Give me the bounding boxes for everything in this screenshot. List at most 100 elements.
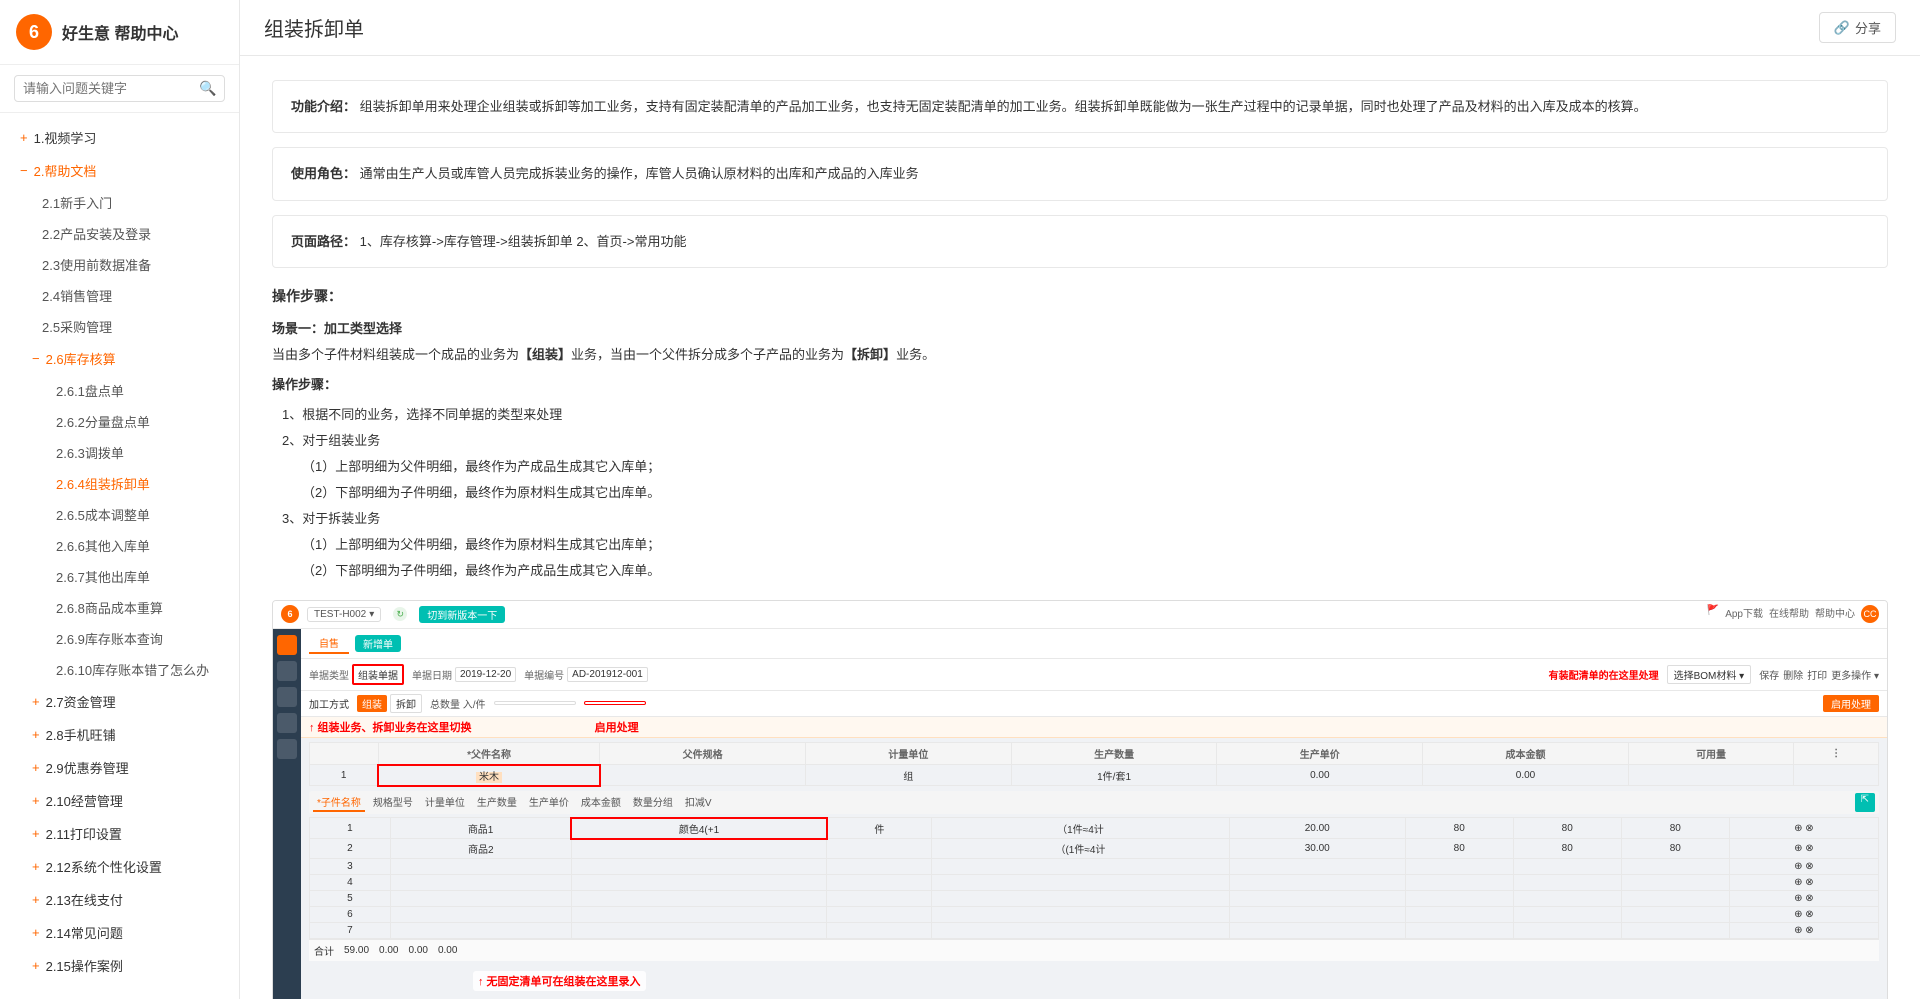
sub-tab-group[interactable]: 数量分组	[629, 793, 677, 812]
sidebar-item-2-5[interactable]: 2.5采购管理	[0, 311, 239, 342]
sub-type-label: 加工方式	[309, 696, 349, 711]
search-input-wrap[interactable]: 🔍	[14, 75, 225, 102]
td-price4: 30.00	[1229, 839, 1405, 859]
sub-qty-value	[494, 701, 576, 705]
step3: 3、对于拆装业务	[282, 506, 1888, 532]
sidebar-item-2-7[interactable]: + 2.7资金管理	[0, 685, 239, 718]
td-op2: ⊕ ⊗	[1729, 818, 1878, 839]
td-price: 0.00	[1217, 765, 1423, 786]
sim-avatar: CC	[1861, 605, 1879, 623]
sub-qty: 总数量 入/件	[430, 696, 486, 711]
sidebar-item-2-13[interactable]: + 2.13在线支付	[0, 883, 239, 916]
search-input[interactable]	[23, 81, 199, 96]
sidebar-item-2-15[interactable]: + 2.15操作案例	[0, 949, 239, 982]
step2-sub2: （2）下部明细为子件明细，最终作为原材料生成其它出库单。	[302, 480, 1888, 506]
sidebar-item-2-12[interactable]: + 2.12系统个性化设置	[0, 850, 239, 883]
sidebar-item-video[interactable]: + 1.视频学习	[0, 121, 239, 154]
td-deduct: 80	[1621, 818, 1729, 839]
sub-tab-deduct[interactable]: 扣减V	[681, 793, 716, 812]
sidebar-item-label: 2.13在线支付	[46, 890, 123, 909]
feature-intro-block: 功能介绍： 组装拆卸单用来处理企业组装或拆卸等加工业务，支持有固定装配清单的产品…	[272, 80, 1888, 133]
sub-tab-cost2[interactable]: 成本金额	[577, 793, 625, 812]
td-deduct2: 80	[1621, 839, 1729, 859]
sync-icon: ↻	[393, 607, 407, 621]
role-label: 使用角色：	[291, 166, 356, 181]
sidebar-item-label: 2.12系统个性化设置	[46, 857, 162, 876]
sidebar-item-2-1[interactable]: 2.1新手入门	[0, 187, 239, 218]
td-op	[1794, 765, 1879, 786]
sim-form-bar: 单据类型 组装单据 单据日期 2019-12-20 单据编号 AD-201912…	[301, 659, 1887, 691]
date-value: 2019-12-20	[455, 667, 516, 682]
sidebar-item-label: 2.8手机旺铺	[46, 725, 116, 744]
sim-sub-nav: 自售 新增单	[301, 629, 1887, 659]
sidebar-item-2-6-7[interactable]: 2.6.7其他出库单	[0, 561, 239, 592]
sidebar-item-2-10[interactable]: + 2.10经营管理	[0, 784, 239, 817]
sim-tab-new[interactable]: 新增单	[355, 635, 401, 652]
sim-company: TEST-H002 ▾	[307, 607, 381, 622]
sidebar-item-2-6-8[interactable]: 2.6.8商品成本重算	[0, 592, 239, 623]
sim-btn-new-tab: 切到新版本一下	[419, 606, 505, 623]
sim-icons: 🚩 App下载 在线帮助 帮助中心 CC	[1707, 605, 1879, 623]
sim-refresh-area: ↻	[393, 607, 407, 621]
search-button[interactable]: 🔍	[199, 80, 216, 97]
sidebar-item-2-2[interactable]: 2.2产品安装及登录	[0, 218, 239, 249]
btn-compose[interactable]: 组装	[357, 695, 387, 712]
sim-sub-form: 加工方式 组装 拆卸 总数量 入/件 启用处理	[301, 691, 1887, 717]
sidebar-item-2-4[interactable]: 2.4销售管理	[0, 280, 239, 311]
table-row: 6⊕ ⊗	[310, 907, 1879, 923]
th-checkbox	[310, 742, 379, 765]
sidebar-item-2-6-6[interactable]: 2.6.6其他入库单	[0, 530, 239, 561]
num-value: AD-201912-001	[567, 667, 648, 682]
more-btn: 更多操作 ▾	[1831, 667, 1879, 682]
sidebar-item-2-6-9[interactable]: 2.6.9库存账本查询	[0, 623, 239, 654]
plus-icon: +	[32, 793, 40, 808]
sidebar-item-2-6-4[interactable]: 2.6.4组装拆卸单	[0, 468, 239, 499]
sub-tab-spec[interactable]: 规格型号	[369, 793, 417, 812]
sim-field-num: 单据编号 AD-201912-001	[524, 667, 648, 682]
sub-tab-child[interactable]: *子件名称	[313, 793, 365, 812]
plus-icon: +	[32, 925, 40, 940]
sim-enable-btn[interactable]: 启用处理	[1823, 695, 1879, 712]
num-label: 单据编号	[524, 667, 564, 682]
td-cost3: 80	[1405, 818, 1513, 839]
share-button[interactable]: 🔗 分享	[1819, 12, 1896, 43]
sidebar-item-help[interactable]: − 2.帮助文档	[0, 154, 239, 187]
sidebar-item-2-11[interactable]: + 2.11打印设置	[0, 817, 239, 850]
th-unit: 计量单位	[806, 742, 1012, 765]
sidebar-item-2-8[interactable]: + 2.8手机旺铺	[0, 718, 239, 751]
sidebar-item-label: 2.10经营管理	[46, 791, 123, 810]
sidebar-item-2-6-2[interactable]: 2.6.2分量盘点单	[0, 406, 239, 437]
sidebar-item-2-6-10[interactable]: 2.6.10库存账本错了怎么办	[0, 654, 239, 685]
td-qty3: （1件≈4计	[932, 818, 1230, 839]
th-parent-name: *父件名称	[378, 742, 599, 765]
td-price3: 20.00	[1229, 818, 1405, 839]
sidebar-item-label: 2.9优惠券管理	[46, 758, 129, 777]
sidebar-item-2-6-1[interactable]: 2.6.1盘点单	[0, 375, 239, 406]
sim-tab-zishou[interactable]: 自售	[309, 633, 349, 654]
btn-disassemble[interactable]: 拆卸	[390, 694, 422, 713]
sidebar-item-2-3[interactable]: 2.3使用前数据准备	[0, 249, 239, 280]
table-row: 1 商品1 颜色4(+1 件 （1件≈4计 20.00 80 80 80	[310, 818, 1879, 839]
sim-icon-flag: 🚩	[1707, 605, 1719, 623]
sub-qty-highlight	[584, 701, 646, 705]
sim-expand-btn[interactable]: ⇱	[1855, 793, 1875, 812]
sidebar-item-label: 1.视频学习	[34, 128, 97, 147]
sub-tab-price2[interactable]: 生产单价	[525, 793, 573, 812]
share-icon: 🔗	[1834, 20, 1850, 36]
sidebar-item-2-6-5[interactable]: 2.6.5成本调整单	[0, 499, 239, 530]
td-avail	[1628, 765, 1793, 786]
sidebar-item-label: 2.帮助文档	[34, 161, 97, 180]
sidebar-item-2-9[interactable]: + 2.9优惠券管理	[0, 751, 239, 784]
step2-sub1: （1）上部明细为父件明细，最终作为产成品生成其它入库单；	[302, 454, 1888, 480]
sidebar-item-2-6-3[interactable]: 2.6.3调拨单	[0, 437, 239, 468]
logo-area: 6 好生意 帮助中心	[0, 0, 239, 65]
sim-topbar: 6 TEST-H002 ▾ ↻ 切到新版本一下 🚩 App下载 在线帮助 帮助中…	[273, 601, 1887, 629]
td-unit4	[827, 839, 932, 859]
sub-tab-qty2[interactable]: 生产数量	[473, 793, 521, 812]
sub-tab-unit2[interactable]: 计量单位	[421, 793, 469, 812]
plus-icon: +	[32, 727, 40, 742]
sim-action-btns: 保存 删除 打印 更多操作 ▾	[1759, 667, 1879, 682]
sim-nav-icon-3	[277, 687, 297, 707]
sidebar-item-2-14[interactable]: + 2.14常见问题	[0, 916, 239, 949]
sidebar-item-2-6[interactable]: − 2.6库存核算	[0, 342, 239, 375]
